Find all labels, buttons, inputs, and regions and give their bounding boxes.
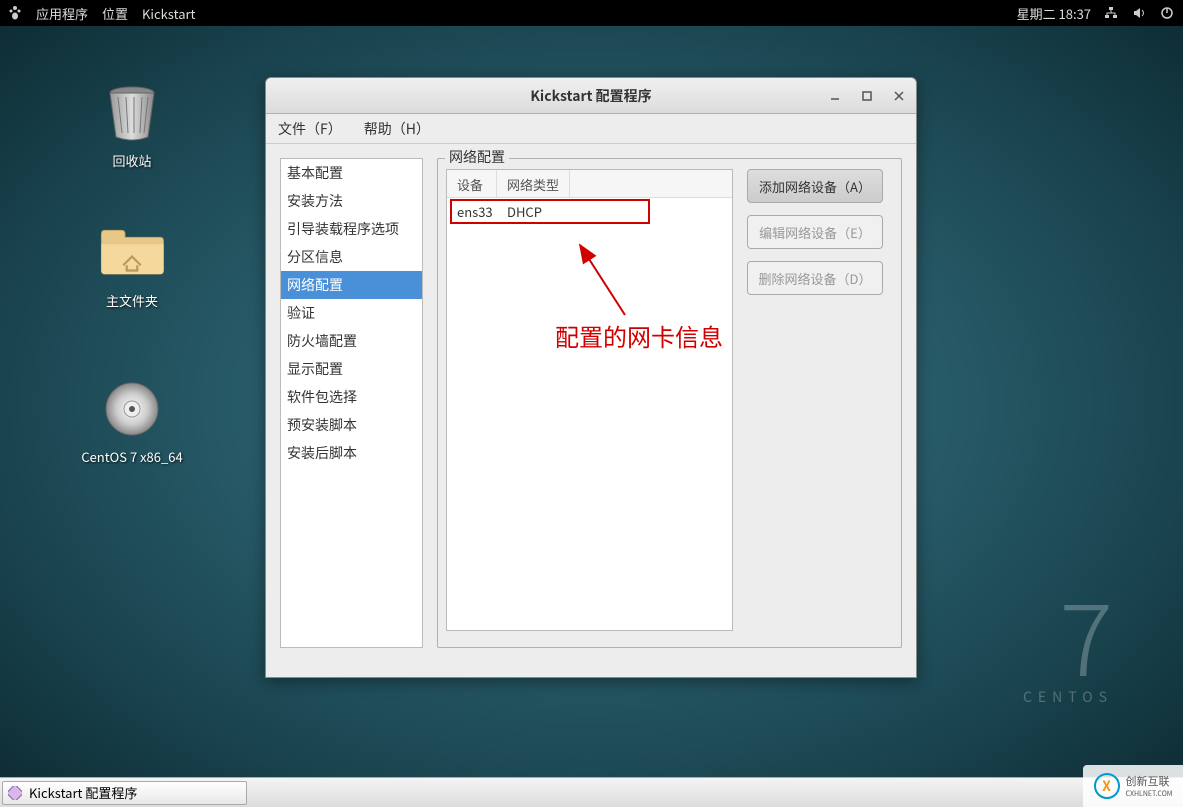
taskbar-label: Kickstart 配置程序 (29, 783, 137, 802)
sidebar-item-install[interactable]: 安装方法 (281, 187, 422, 215)
sidebar-item-preinstall[interactable]: 预安装脚本 (281, 411, 422, 439)
centos-name: CENTOS (1023, 687, 1113, 707)
maximize-button[interactable] (856, 85, 878, 107)
network-icon[interactable] (1103, 5, 1119, 21)
active-app[interactable]: Kickstart (142, 4, 195, 23)
annotation-text: 配置的网卡信息 (555, 318, 723, 353)
disc-icon (97, 376, 167, 441)
sidebar: 基本配置 安装方法 引导装载程序选项 分区信息 网络配置 验证 防火墙配置 显示… (280, 158, 423, 648)
centos-version: 7 (1023, 583, 1113, 683)
clock[interactable]: 星期二 18:37 (1017, 4, 1091, 23)
top-panel: 应用程序 位置 Kickstart 星期二 18:37 (0, 0, 1183, 26)
sidebar-item-bootloader[interactable]: 引导装载程序选项 (281, 215, 422, 243)
th-device[interactable]: 设备 (447, 170, 497, 197)
desktop-icon-disc[interactable]: CentOS 7 x86_64 (72, 376, 192, 466)
centos-brand: 7 CENTOS (1023, 583, 1113, 707)
volume-icon[interactable] (1131, 5, 1147, 21)
desktop-icon-trash[interactable]: 回收站 (72, 80, 192, 170)
watermark-line1: 创新互联 (1126, 773, 1173, 789)
sidebar-item-network[interactable]: 网络配置 (281, 271, 422, 299)
fieldset-title: 网络配置 (445, 147, 509, 167)
window-title: Kickstart 配置程序 (530, 86, 651, 106)
desktop-icon-label: 回收站 (72, 151, 192, 170)
annotation-highlight (450, 199, 650, 224)
taskbar-app-button[interactable]: Kickstart 配置程序 (2, 781, 247, 805)
sidebar-item-basic[interactable]: 基本配置 (281, 159, 422, 187)
gnome-foot-icon (8, 6, 22, 20)
power-icon[interactable] (1159, 5, 1175, 21)
network-fieldset: 设备 网络类型 ens33 DHCP 添加网络设备（A） 编辑网络设备（E） 删… (437, 158, 902, 648)
watermark-line2: CXHLNET.COM (1126, 789, 1173, 799)
sidebar-item-auth[interactable]: 验证 (281, 299, 422, 327)
trash-icon (97, 80, 167, 145)
desktop-icon-label: CentOS 7 x86_64 (72, 447, 192, 466)
sidebar-item-display[interactable]: 显示配置 (281, 355, 422, 383)
watermark-logo-icon: X (1094, 773, 1120, 799)
network-table[interactable]: 设备 网络类型 ens33 DHCP (446, 169, 733, 631)
desktop-icon-label: 主文件夹 (72, 291, 192, 310)
menu-help[interactable]: 帮助（H） (358, 115, 436, 143)
close-button[interactable] (888, 85, 910, 107)
watermark: X 创新互联 CXHLNET.COM (1083, 765, 1183, 807)
desktop-icon-home[interactable]: 主文件夹 (72, 220, 192, 310)
minimize-button[interactable] (824, 85, 846, 107)
th-type[interactable]: 网络类型 (497, 170, 570, 197)
menu-places[interactable]: 位置 (102, 4, 128, 23)
kickstart-icon (7, 785, 23, 801)
folder-home-icon (97, 220, 167, 285)
delete-network-button[interactable]: 删除网络设备（D） (747, 261, 883, 295)
titlebar[interactable]: Kickstart 配置程序 (266, 78, 916, 114)
kickstart-window: Kickstart 配置程序 文件（F） 帮助（H） 基本配置 安装方法 引导装… (265, 77, 917, 678)
menu-file[interactable]: 文件（F） (272, 115, 348, 143)
menu-applications[interactable]: 应用程序 (36, 4, 88, 23)
sidebar-item-partition[interactable]: 分区信息 (281, 243, 422, 271)
sidebar-item-firewall[interactable]: 防火墙配置 (281, 327, 422, 355)
menubar: 文件（F） 帮助（H） (266, 114, 916, 144)
sidebar-item-packages[interactable]: 软件包选择 (281, 383, 422, 411)
taskbar: Kickstart 配置程序 (0, 777, 1183, 807)
add-network-button[interactable]: 添加网络设备（A） (747, 169, 883, 203)
edit-network-button[interactable]: 编辑网络设备（E） (747, 215, 883, 249)
sidebar-item-postinstall[interactable]: 安装后脚本 (281, 439, 422, 467)
